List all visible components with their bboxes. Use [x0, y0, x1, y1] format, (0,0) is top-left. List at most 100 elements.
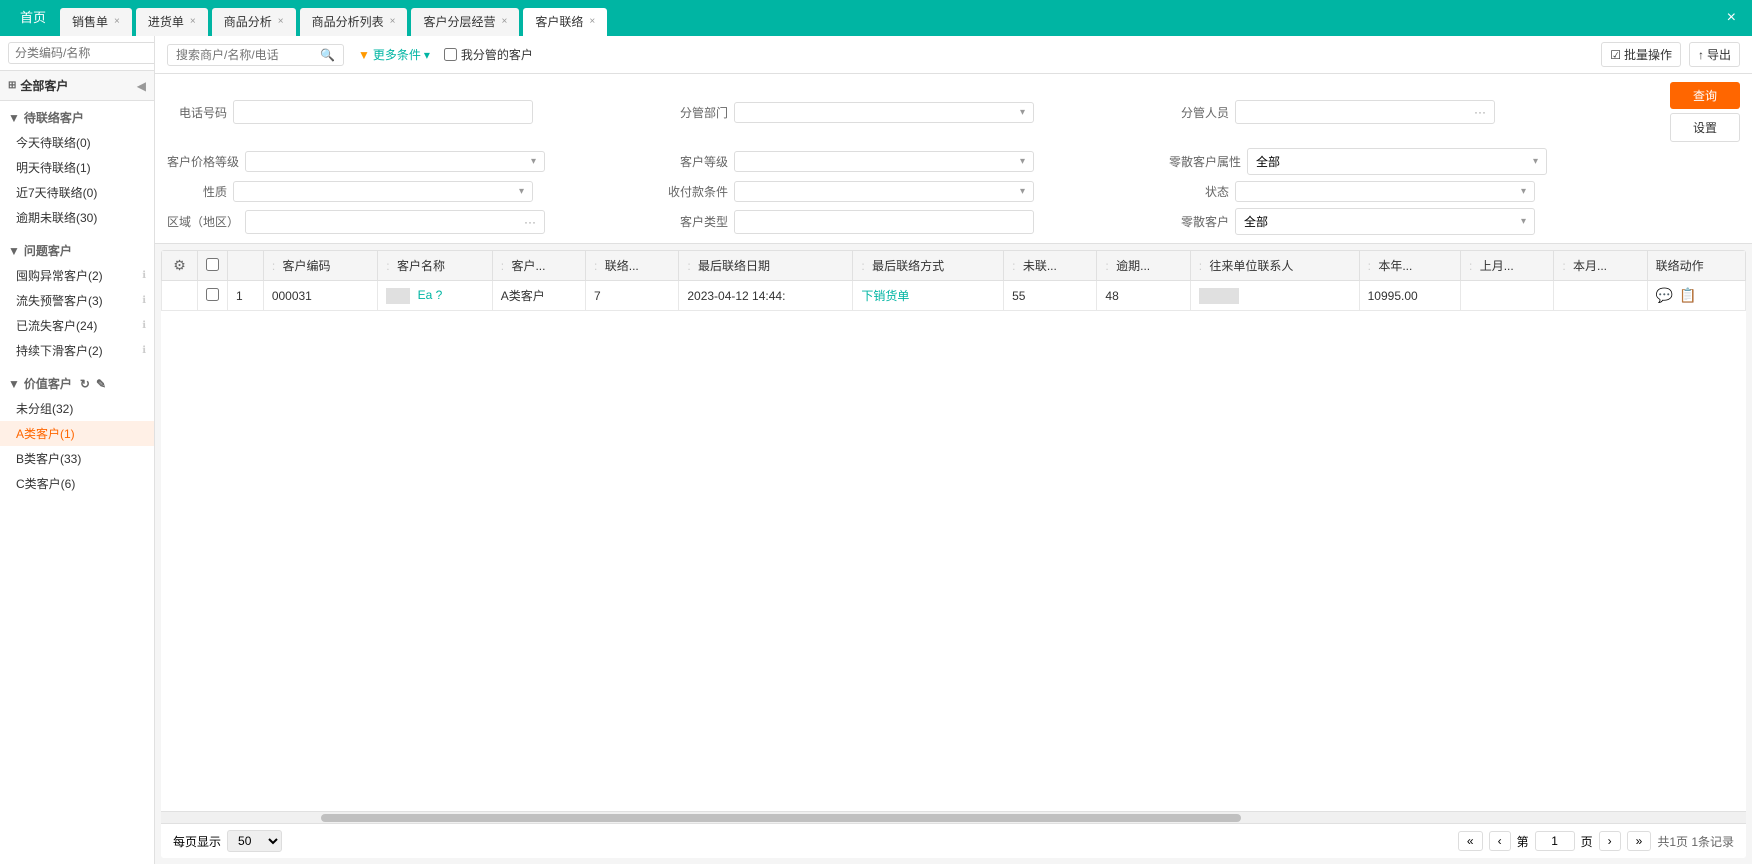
filter-more-btn[interactable]: ▼ 更多条件 ▾	[352, 43, 436, 66]
nav-tab-customer-contact[interactable]: 客户联络 ×	[523, 8, 607, 36]
info-icon-4: ℹ	[142, 345, 146, 356]
search-input[interactable]	[176, 48, 316, 62]
section-problem: ▼ 问题客户 囤购异常客户(2) ℹ 流失预警客户(3) ℹ 已流失客户(24)…	[0, 234, 154, 367]
th-this-month: : 本月...	[1554, 251, 1647, 281]
filter-region-select[interactable]: ···	[245, 210, 545, 234]
td-no: 1	[228, 281, 264, 311]
filter-retail-customer-value: 全部	[1244, 213, 1268, 230]
filter-manager-select[interactable]: ···	[1235, 100, 1495, 124]
all-customers-title[interactable]: ⊞ 全部客户	[8, 77, 68, 94]
filter-actions: 查询 设置	[1670, 82, 1740, 142]
table-header-row: ⚙ : 客户编码 : 客户名	[162, 251, 1746, 281]
sidebar-item-class-b[interactable]: B类客户(33)	[0, 446, 154, 471]
td-last-way: 下销货单	[853, 281, 1004, 311]
ellipsis-btn-1[interactable]: ···	[1474, 105, 1486, 119]
sidebar-item-7days-label: 近7天待联络(0)	[16, 184, 146, 201]
sidebar-item-tomorrow[interactable]: 明天待联络(1)	[0, 155, 154, 180]
sidebar-item-churn-warning[interactable]: 流失预警客户(3) ℹ	[0, 288, 154, 313]
nav-tab-analysis-close[interactable]: ×	[278, 8, 284, 36]
th-this-year: : 本年...	[1359, 251, 1460, 281]
refresh-icon[interactable]: ↻	[80, 377, 90, 391]
first-page-btn[interactable]: «	[1458, 831, 1483, 851]
nav-tab-customer-tier-close[interactable]: ×	[501, 8, 507, 36]
filter-nature: 性质 ▾	[167, 181, 660, 202]
edit-icon[interactable]: ✎	[96, 377, 106, 391]
grid-icon: ⊞	[8, 80, 16, 91]
filter-status-select[interactable]: ▾	[1235, 181, 1535, 202]
filter-customer-type-input[interactable]	[734, 210, 1034, 234]
select-all-checkbox[interactable]	[206, 258, 219, 271]
my-customer-checkbox-wrap: 我分管的客户	[444, 46, 533, 63]
filter-price-arrow: ▾	[531, 156, 536, 167]
sidebar-item-unclassified[interactable]: 未分组(32)	[0, 396, 154, 421]
filter-manager-label: 分管人员	[1169, 104, 1229, 121]
nav-home[interactable]: 首页	[8, 0, 58, 36]
page-size-area: 每页显示 50 100	[173, 830, 282, 852]
sidebar-item-today[interactable]: 今天待联络(0)	[0, 130, 154, 155]
nav-tab-sales-close[interactable]: ×	[114, 8, 120, 36]
info-icon-3: ℹ	[142, 320, 146, 331]
table-settings-icon[interactable]: ⚙	[173, 257, 186, 273]
nav-tab-analysis-list-close[interactable]: ×	[390, 8, 396, 36]
filter-row-2: 客户价格等级 ▾ 客户等级 ▾ 零散客户属性 全部	[167, 148, 1740, 175]
filter-payment-select[interactable]: ▾	[734, 181, 1034, 202]
th-overdue: : 逾期...	[1097, 251, 1190, 281]
section-value-title[interactable]: ▼ 价值客户 ↻ ✎	[0, 371, 154, 396]
per-page-select[interactable]: 50 100	[227, 830, 282, 852]
setting-btn[interactable]: 设置	[1670, 113, 1740, 142]
sidebar-item-declining-label: 持续下滑客户(2)	[16, 342, 142, 359]
sidebar-item-churned[interactable]: 已流失客户(24) ℹ	[0, 313, 154, 338]
last-page-btn[interactable]: »	[1627, 831, 1652, 851]
filter-area: 电话号码 分管部门 ▾ 分管人员 ···	[155, 74, 1752, 244]
close-all-tabs[interactable]: ×	[1719, 9, 1744, 27]
filter-dept-select[interactable]: ▾	[734, 102, 1034, 123]
section-problem-arrow: ▼	[8, 244, 20, 258]
prev-page-btn[interactable]: ‹	[1489, 831, 1511, 851]
next-page-btn[interactable]: ›	[1599, 831, 1621, 851]
filter-price-level-select[interactable]: ▾	[245, 151, 545, 172]
customer-name-text[interactable]: Ea ?	[418, 288, 443, 302]
schedule-icon[interactable]: 📋	[1679, 287, 1696, 304]
filter-phone-input[interactable]	[233, 100, 533, 124]
last-way-link[interactable]: 下销货单	[861, 289, 909, 303]
nav-tab-customer-tier[interactable]: 客户分层经营 ×	[411, 8, 519, 36]
th-check	[198, 251, 228, 281]
section-problem-title[interactable]: ▼ 问题客户	[0, 238, 154, 263]
sidebar-search-input[interactable]	[8, 42, 155, 64]
filter-customer-level: 客户等级 ▾	[668, 151, 1161, 172]
sidebar-item-overdue[interactable]: 逾期未联络(30)	[0, 205, 154, 230]
nav-tab-customer-contact-close[interactable]: ×	[589, 8, 595, 36]
sidebar-item-declining[interactable]: 持续下滑客户(2) ℹ	[0, 338, 154, 363]
nav-tab-purchase[interactable]: 进货单 ×	[136, 8, 208, 36]
td-action: 💬 📋	[1647, 281, 1745, 311]
sidebar-collapse-btn[interactable]: ◀	[137, 79, 146, 93]
section-pending-title[interactable]: ▼ 待联络客户	[0, 105, 154, 130]
batch-op-btn[interactable]: ☑ 批量操作	[1601, 42, 1681, 67]
sidebar-item-class-a[interactable]: A类客户(1)	[0, 421, 154, 446]
nav-tab-sales[interactable]: 销售单 ×	[60, 8, 132, 36]
total-page-label: 页	[1581, 833, 1593, 850]
pagination: 每页显示 50 100 « ‹ 第 页 › » 共1页 1条记录	[161, 823, 1746, 858]
nav-tab-analysis-list[interactable]: 商品分析列表 ×	[300, 8, 408, 36]
my-customer-label: 我分管的客户	[461, 46, 533, 63]
message-icon[interactable]: 💬	[1656, 287, 1673, 304]
sidebar-item-7days[interactable]: 近7天待联络(0)	[0, 180, 154, 205]
my-customer-checkbox[interactable]	[444, 48, 457, 61]
filter-nature-select[interactable]: ▾	[233, 181, 533, 202]
scrollbar-thumb[interactable]	[321, 814, 1241, 822]
th-contact: : 联络...	[586, 251, 679, 281]
filter-customer-level-select[interactable]: ▾	[734, 151, 1034, 172]
nav-tab-purchase-close[interactable]: ×	[190, 8, 196, 36]
query-btn[interactable]: 查询	[1670, 82, 1740, 109]
sidebar-item-class-c[interactable]: C类客户(6)	[0, 471, 154, 496]
ellipsis-btn-2[interactable]: ···	[524, 215, 536, 229]
sidebar-item-hoarding[interactable]: 囤购异常客户(2) ℹ	[0, 263, 154, 288]
filter-arrow-icon: ▾	[424, 48, 430, 62]
filter-retail-customer-select[interactable]: 全部 ▾	[1235, 208, 1535, 235]
page-number-input[interactable]	[1535, 831, 1575, 851]
filter-retail-attr-select[interactable]: 全部 ▾	[1247, 148, 1547, 175]
nav-tab-analysis[interactable]: 商品分析 ×	[212, 8, 296, 36]
export-btn[interactable]: ↑ 导出	[1689, 42, 1740, 67]
search-icon[interactable]: 🔍	[320, 48, 335, 62]
row-checkbox[interactable]	[206, 288, 219, 301]
